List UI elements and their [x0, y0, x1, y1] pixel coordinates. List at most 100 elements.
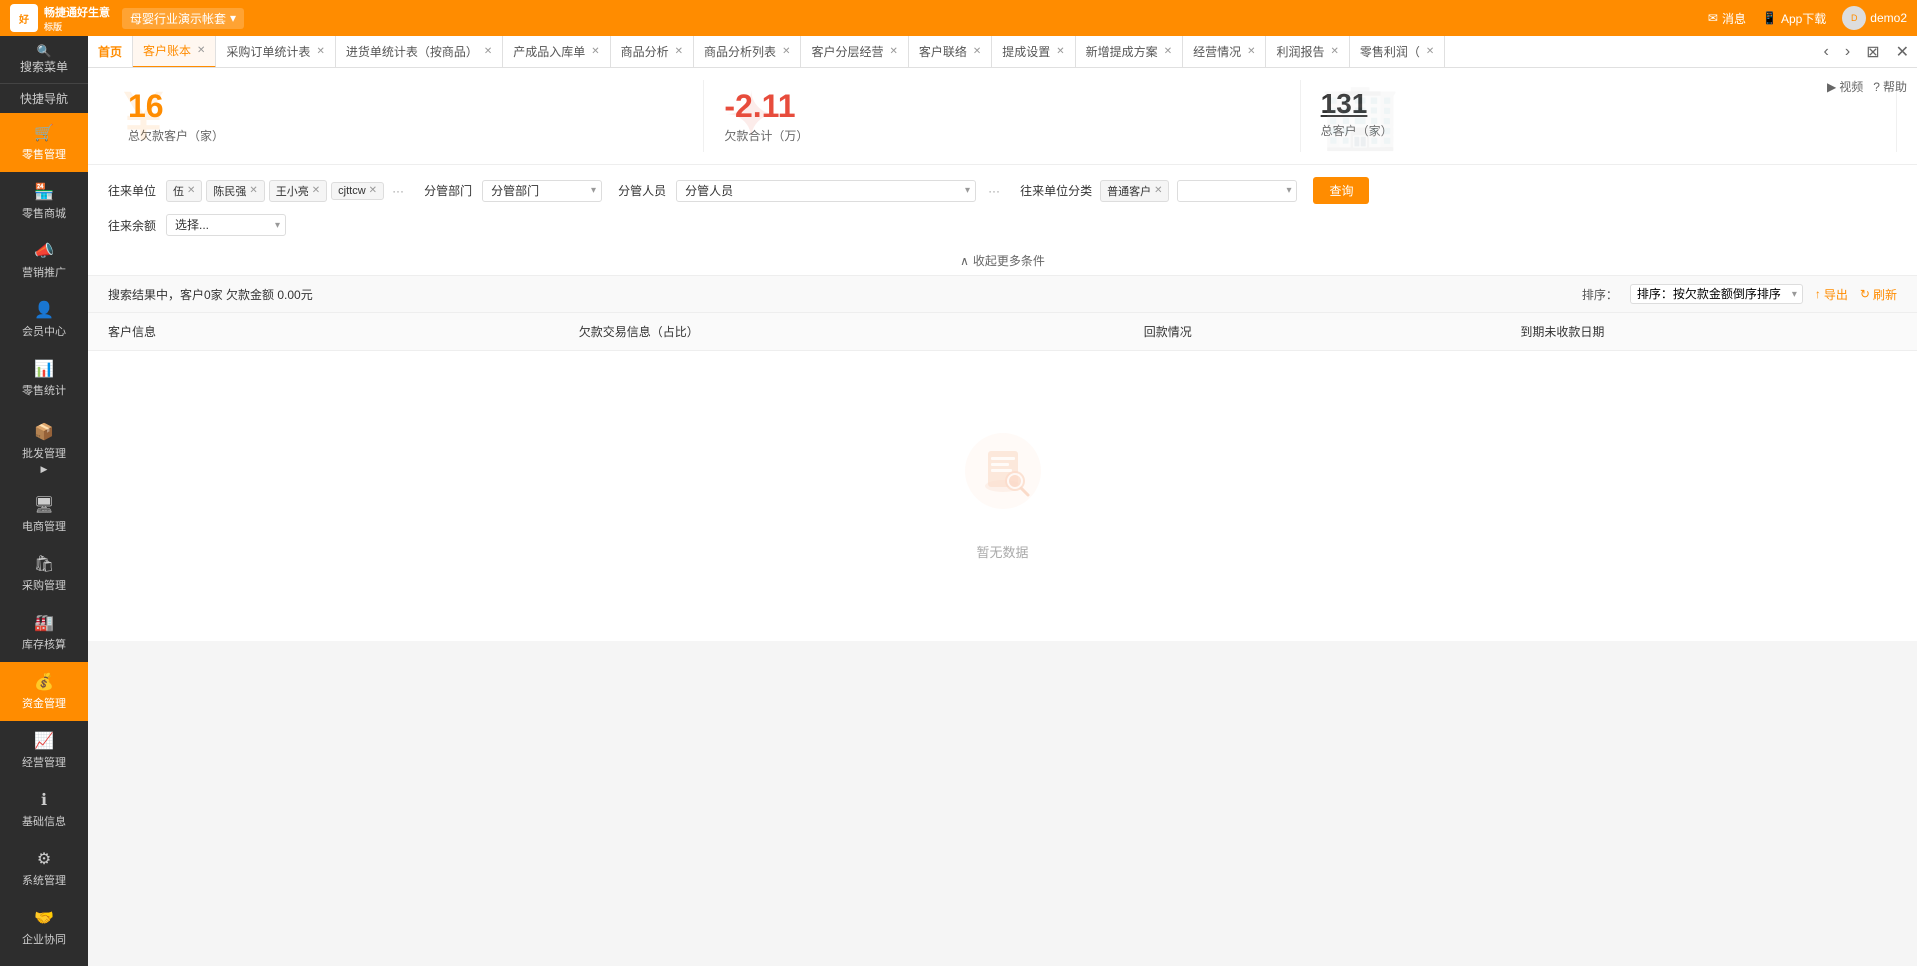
tab-close-incoming-stats[interactable]: ✕: [484, 46, 492, 57]
remove-unit-type[interactable]: ✕: [1154, 185, 1162, 196]
tab-purchase-orders[interactable]: 采购订单统计表 ✕: [216, 36, 335, 68]
filter-more-dots[interactable]: ···: [388, 184, 408, 198]
table-header: 客户信息 欠款交易信息（占比） 回款情况 到期未收款日期: [88, 313, 1917, 351]
filter-area: 往来单位 伍 ✕ 陈民强 ✕: [88, 165, 1917, 276]
sidebar-item-ecommerce[interactable]: 🖥 电商管理: [0, 485, 88, 544]
export-btn[interactable]: ↑ 导出: [1815, 286, 1848, 303]
tab-new-plan[interactable]: 新增提成方案 ✕: [1076, 36, 1183, 68]
tab-scroll-right[interactable]: ›: [1837, 43, 1858, 61]
dept-select-wrapper: 分管部门: [482, 180, 602, 202]
video-btn[interactable]: ▶ 视频: [1827, 78, 1863, 95]
remove-tag-wang[interactable]: ✕: [312, 185, 320, 196]
app-download-btn[interactable]: 📱 App下载: [1762, 10, 1826, 27]
sidebar-item-retail-mall[interactable]: 🏪 零售商城: [0, 172, 88, 231]
page-inner: ¥ 16 总欠款客户（家） ✦ -2.11 欠款合计（万） 🏢 131: [88, 68, 1917, 641]
col-header-debt: 欠款交易信息（占比）: [579, 323, 1144, 340]
message-btn[interactable]: ✉ 消息: [1708, 10, 1746, 27]
user-menu[interactable]: D demo2: [1842, 6, 1907, 30]
filter-row-2: 往来余额 选择...: [108, 214, 1897, 236]
tab-customers[interactable]: 客户账本 ✕: [133, 36, 216, 68]
stat-total-all: 🏢 131 总客户（家）: [1301, 80, 1897, 152]
tab-customer-contact[interactable]: 客户联络 ✕: [909, 36, 992, 68]
col-header-repayment: 回款情况: [1144, 323, 1521, 340]
person-select[interactable]: 分管人员: [676, 180, 976, 202]
marketing-icon: 📣: [34, 241, 54, 261]
sidebar-item-basic-info[interactable]: ℹ 基础信息: [0, 780, 88, 839]
tab-close-product-analysis[interactable]: ✕: [675, 46, 683, 57]
tab-bar: 首页 客户账本 ✕ 采购订单统计表 ✕ 进货单统计表（按商品） ✕ 产成品入库单…: [88, 36, 1917, 68]
tab-close-profit-report[interactable]: ✕: [1331, 46, 1339, 57]
tab-profit-report[interactable]: 利润报告 ✕: [1266, 36, 1349, 68]
collapse-btn[interactable]: ∧ 收起更多条件: [108, 246, 1897, 275]
selector-wrapper[interactable]: 母婴行业演示帐套 ▾: [122, 8, 244, 29]
sidebar-item-operations[interactable]: 📈 经营管理: [0, 721, 88, 780]
sidebar-item-wholesale[interactable]: 📦 批发管理 ▶: [0, 412, 88, 485]
tab-close-product-analysis-list[interactable]: ✕: [782, 46, 790, 57]
filter-row-1: 往来单位 伍 ✕ 陈民强 ✕: [108, 177, 1897, 204]
tab-close-customers[interactable]: ✕: [197, 45, 205, 56]
info-icon: ℹ: [41, 790, 47, 810]
wholesale-icon: 📦: [34, 422, 54, 442]
tab-close-promotion-settings[interactable]: ✕: [1056, 46, 1064, 57]
amount-select[interactable]: 选择...: [166, 214, 286, 236]
stats-icon: 📊: [34, 359, 54, 379]
tab-close-customer-contact[interactable]: ✕: [973, 46, 981, 57]
sidebar-item-member[interactable]: 👤 会员中心: [0, 290, 88, 349]
remove-tag-wu[interactable]: ✕: [187, 185, 195, 196]
sort-select[interactable]: 排序：按欠款金额倒序排序: [1630, 284, 1803, 304]
sidebar-item-retail-stats[interactable]: 📊 零售统计: [0, 349, 88, 408]
tab-promotion-settings[interactable]: 提成设置 ✕: [992, 36, 1075, 68]
empty-text: 暂无数据: [976, 542, 1028, 561]
logo-icon: 好: [10, 4, 38, 32]
refresh-icon: ↻: [1860, 287, 1870, 301]
tab-retail-profit[interactable]: 零售利润（ ✕: [1350, 36, 1445, 68]
quick-nav[interactable]: 快捷导航: [0, 84, 88, 113]
tab-close-all[interactable]: ✕: [1888, 42, 1917, 62]
unit-type-label: 往来单位分类: [1020, 182, 1092, 199]
sidebar-item-retail[interactable]: 🛒 零售管理: [0, 113, 88, 172]
query-btn[interactable]: 查询: [1313, 177, 1369, 204]
chevron-right-icon: ▶: [41, 464, 48, 475]
logo: 好 畅捷通好生意 标版: [10, 4, 110, 33]
help-btn[interactable]: ? 帮助: [1873, 78, 1907, 95]
tag-cjttcw: cjttcw ✕: [331, 182, 384, 200]
unit-type-select[interactable]: [1177, 180, 1297, 202]
tab-close-retail-profit[interactable]: ✕: [1426, 46, 1434, 57]
account-selector[interactable]: 母婴行业演示帐套 ▾: [122, 8, 244, 29]
person-more[interactable]: ···: [984, 184, 1004, 198]
tab-close-purchase-orders[interactable]: ✕: [316, 46, 324, 57]
tab-product-analysis[interactable]: 商品分析 ✕: [611, 36, 694, 68]
search-info: 搜索结果中，客户0家 欠款金额 0.00元 排序： 排序：按欠款金额倒序排序 ↑: [88, 276, 1917, 313]
unit-type-tags: 普通客户 ✕: [1100, 180, 1169, 202]
remove-tag-cjttcw[interactable]: ✕: [369, 185, 377, 196]
tab-scroll-left[interactable]: ‹: [1816, 43, 1837, 61]
tab-product-analysis-list[interactable]: 商品分析列表 ✕: [694, 36, 801, 68]
dept-select[interactable]: 分管部门: [482, 180, 602, 202]
sidebar-item-new-guide[interactable]: 🎓 新手引导: [0, 957, 88, 966]
tab-close-new-plan[interactable]: ✕: [1164, 46, 1172, 57]
tab-maximize[interactable]: ⊠: [1858, 42, 1887, 62]
tab-incoming-stats[interactable]: 进货单统计表（按商品） ✕: [336, 36, 503, 68]
sidebar-item-purchase[interactable]: 🛍 采购管理: [0, 544, 88, 603]
sidebar-item-enterprise-coop[interactable]: 🤝 企业协同: [0, 898, 88, 957]
tab-close-customer-segment[interactable]: ✕: [889, 46, 897, 57]
tab-business-status[interactable]: 经营情况 ✕: [1183, 36, 1266, 68]
mall-icon: 🏪: [34, 182, 54, 202]
tab-home[interactable]: 首页: [88, 36, 133, 68]
sidebar-item-inventory[interactable]: 🏭 库存核算: [0, 603, 88, 662]
sidebar-item-finance[interactable]: 💰 资金管理: [0, 662, 88, 721]
remove-tag-chen[interactable]: ✕: [249, 185, 257, 196]
tab-customer-segment[interactable]: 客户分层经营 ✕: [801, 36, 908, 68]
amount-label: 往来余额: [108, 217, 158, 234]
inventory-icon: 🏭: [34, 613, 54, 633]
chevron-down-icon: ▾: [230, 11, 236, 25]
refresh-btn[interactable]: ↻ 刷新: [1860, 286, 1897, 303]
tab-close-business-status[interactable]: ✕: [1247, 46, 1255, 57]
sidebar-item-system[interactable]: ⚙ 系统管理: [0, 839, 88, 898]
search-menu[interactable]: 🔍 搜索菜单: [0, 36, 88, 84]
sidebar-item-marketing[interactable]: 📣 营销推广: [0, 231, 88, 290]
operations-icon: 📈: [34, 731, 54, 751]
search-actions: 排序： 排序：按欠款金额倒序排序 ↑ 导出 ↻: [1582, 284, 1897, 304]
tab-close-product-entry[interactable]: ✕: [591, 46, 599, 57]
tab-product-entry[interactable]: 产成品入库单 ✕: [503, 36, 610, 68]
